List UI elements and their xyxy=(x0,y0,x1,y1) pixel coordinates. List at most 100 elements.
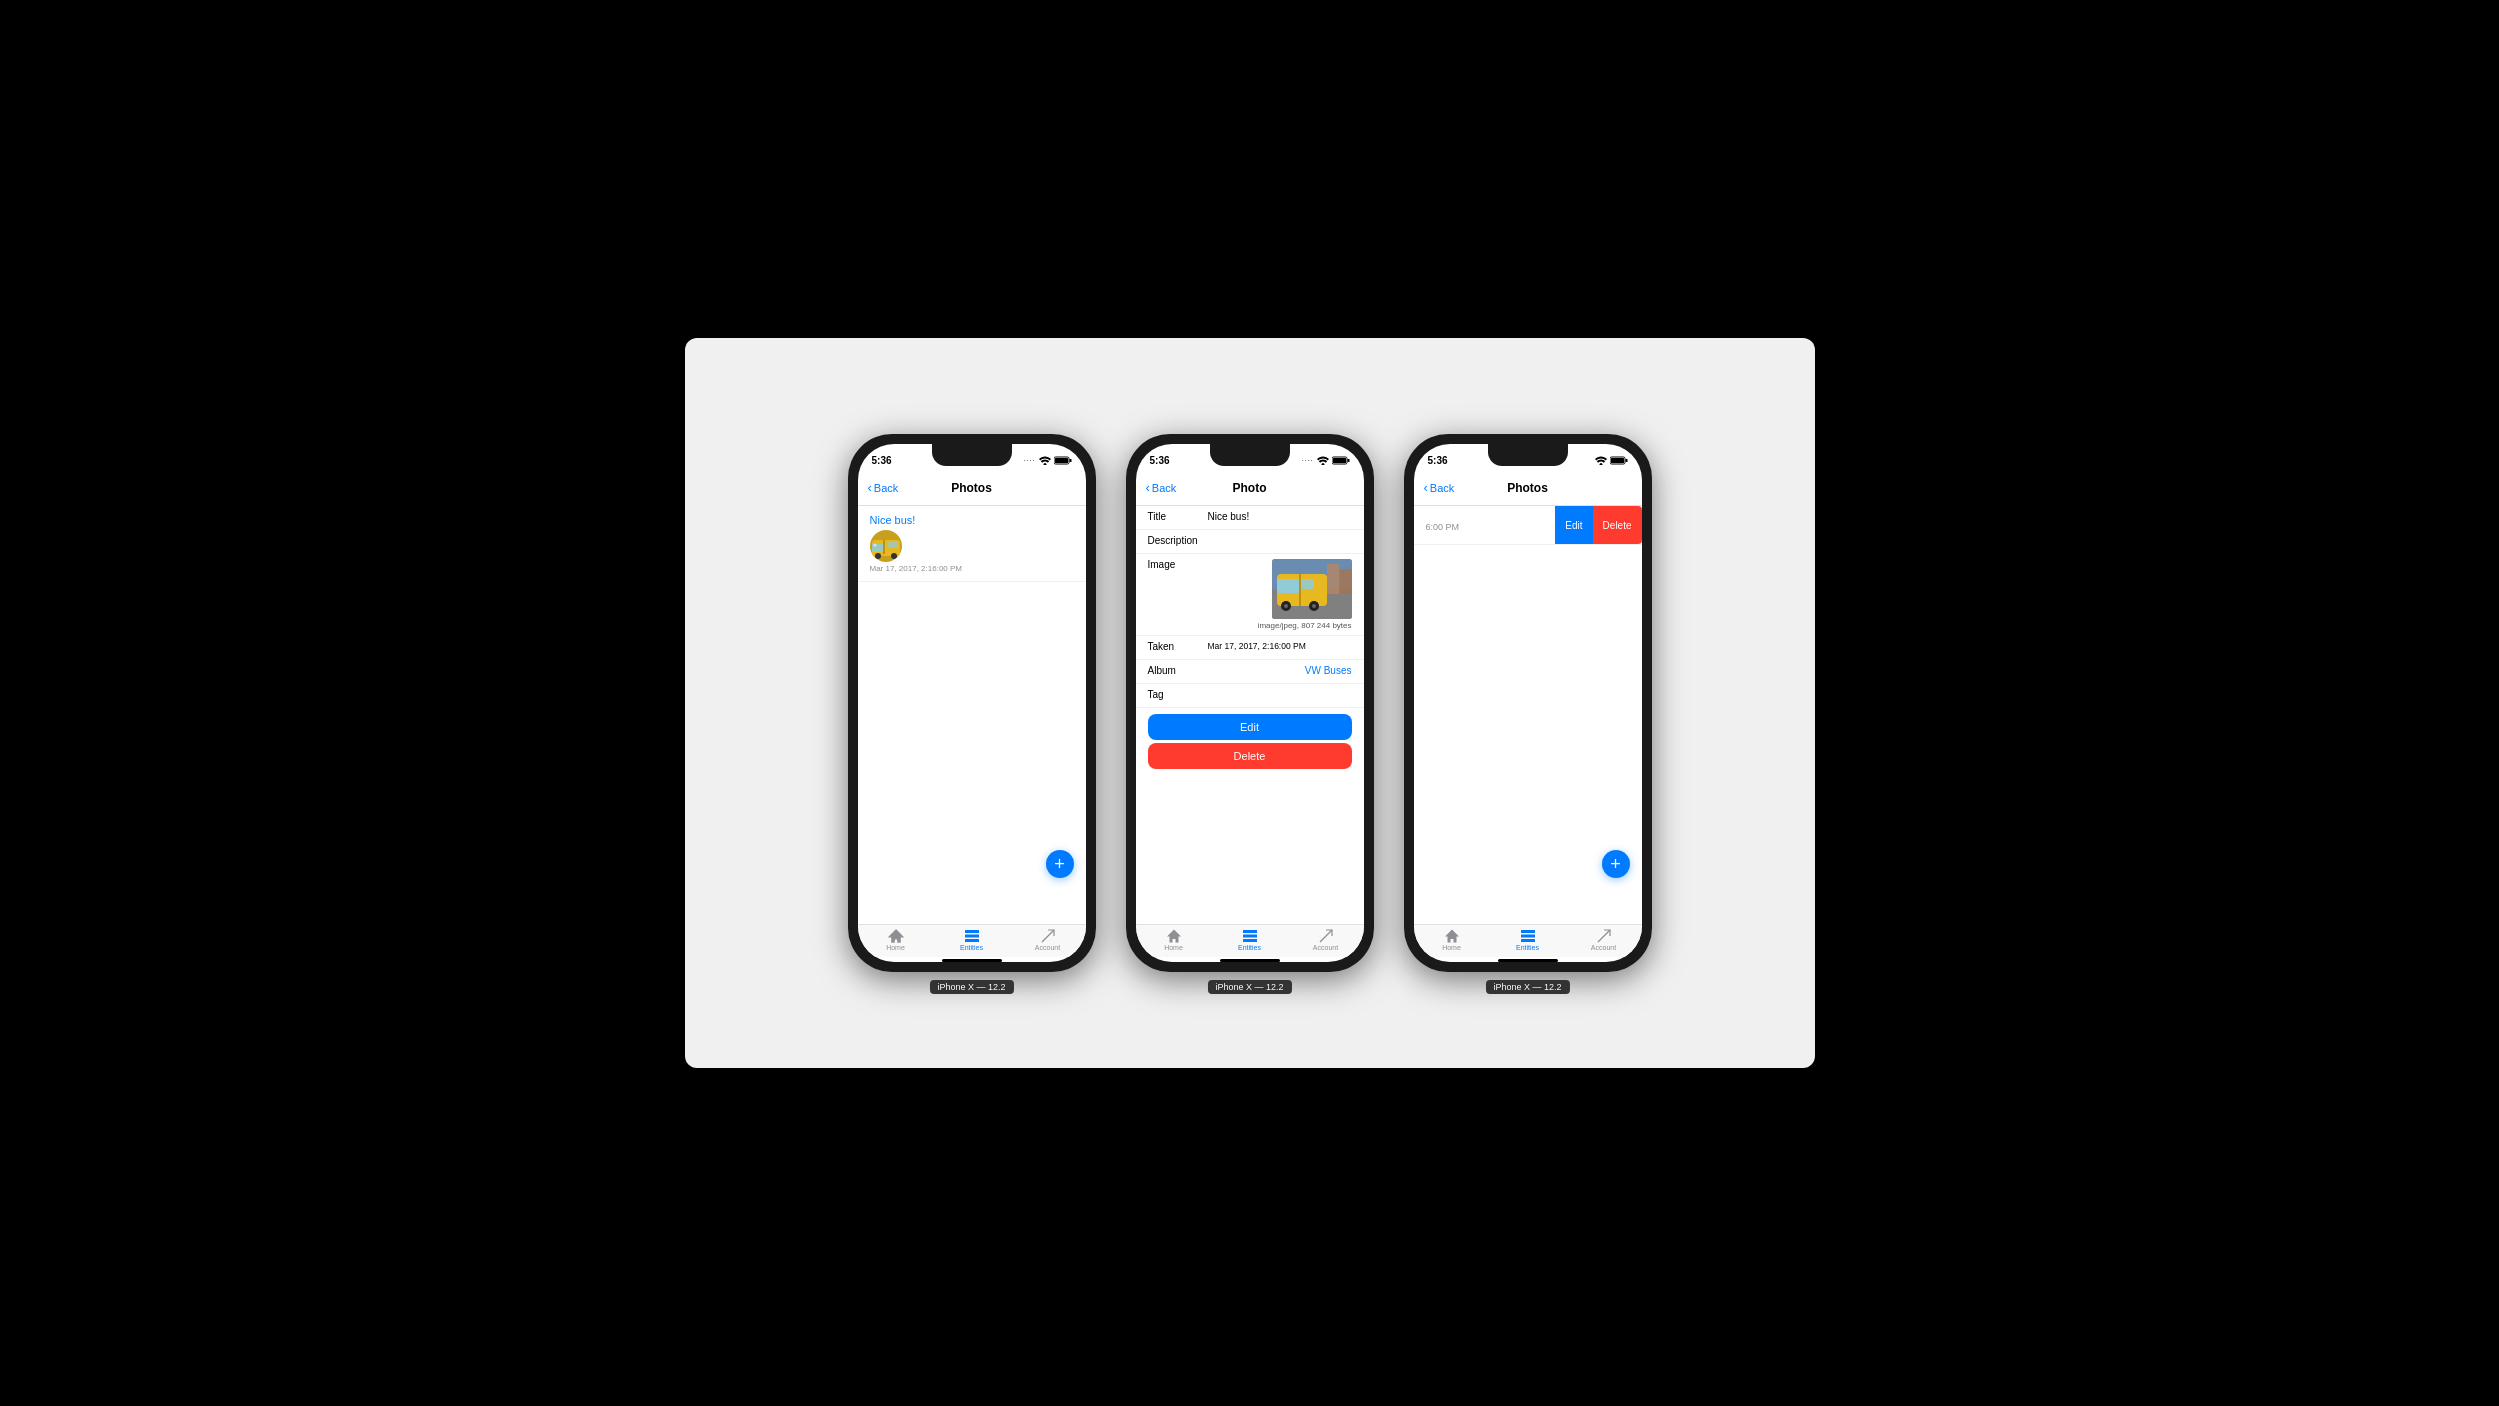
phone2-album-value[interactable]: VW Buses xyxy=(1208,665,1352,676)
phone1-back-label[interactable]: Back xyxy=(874,482,898,494)
phone3-account-icon xyxy=(1597,929,1611,943)
svg-point-7 xyxy=(891,553,897,559)
phone2-back-label[interactable]: Back xyxy=(1152,482,1176,494)
phone2-taken-value: Mar 17, 2017, 2:16:00 PM xyxy=(1208,641,1352,651)
phone3-home-indicator xyxy=(1498,959,1558,962)
phone3-tab-entities[interactable]: Entities xyxy=(1490,929,1566,951)
svg-rect-15 xyxy=(965,939,979,942)
svg-rect-2 xyxy=(1069,459,1071,462)
phone1-tab-home[interactable]: Home xyxy=(858,929,934,951)
svg-rect-41 xyxy=(1611,458,1624,463)
phone2-screen: 5:36 ···· xyxy=(1136,444,1364,962)
phone2-tab-entities[interactable]: Entities xyxy=(1212,929,1288,951)
phone2-photo-meta: image/jpeg, 807 244 bytes xyxy=(1258,621,1352,630)
phone2-taken-label: Taken xyxy=(1148,641,1208,652)
phone3-back-btn[interactable]: ‹ Back xyxy=(1424,480,1455,495)
phone3-tab-account-label: Account xyxy=(1591,944,1616,951)
phone2-back-btn[interactable]: ‹ Back xyxy=(1146,480,1177,495)
phone2-tab-entities-label: Entities xyxy=(1238,944,1261,951)
phone2-delete-btn[interactable]: Delete xyxy=(1148,743,1352,769)
phone2-entities-icon xyxy=(1242,929,1258,943)
phone3-tab-entities-label: Entities xyxy=(1516,944,1539,951)
phone1-tab-entities-label: Entities xyxy=(960,944,983,951)
phone3-tab-home[interactable]: Home xyxy=(1414,929,1490,951)
phone2-image-container: image/jpeg, 807 244 bytes xyxy=(1208,559,1352,630)
phone1-account-icon xyxy=(1041,929,1055,943)
phone2-nav-bar: ‹ Back Photo xyxy=(1136,470,1364,506)
phone3: 5:36 xyxy=(1404,434,1652,972)
svg-rect-13 xyxy=(965,930,979,933)
phone3-tab-account[interactable]: Account xyxy=(1566,929,1642,951)
phone3-status-icons xyxy=(1595,456,1628,465)
phone1-back-chevron: ‹ xyxy=(868,480,872,495)
phone3-fab[interactable]: + xyxy=(1602,850,1630,878)
phone1-battery-icon xyxy=(1054,456,1072,465)
phone3-nav-title: Photos xyxy=(1507,481,1548,495)
phone2-bus-photo-svg xyxy=(1272,559,1352,619)
phone1-item-title[interactable]: Nice bus! xyxy=(870,514,1074,526)
svg-rect-3 xyxy=(1055,458,1068,463)
phone2-album-label: Album xyxy=(1148,665,1208,676)
svg-point-17 xyxy=(1321,463,1324,465)
svg-rect-20 xyxy=(1333,458,1346,463)
phone3-home-icon xyxy=(1444,929,1460,943)
svg-rect-8 xyxy=(888,542,898,548)
phone1-list-item[interactable]: Nice bus! xyxy=(858,506,1086,582)
phone2-time: 5:36 xyxy=(1150,455,1170,466)
phone3-swipe-delete-btn[interactable]: Delete xyxy=(1593,506,1642,544)
phone2-back-chevron: ‹ xyxy=(1146,480,1150,495)
phone2-edit-btn[interactable]: Edit xyxy=(1148,714,1352,740)
phone3-back-chevron: ‹ xyxy=(1424,480,1428,495)
svg-point-29 xyxy=(1312,604,1316,608)
svg-rect-25 xyxy=(1300,579,1314,589)
phone2-tag-label: Tag xyxy=(1148,689,1208,700)
phone2-photo-preview xyxy=(1272,559,1352,619)
phone3-swipe-edit-btn[interactable]: Edit xyxy=(1555,506,1592,544)
phone3-device-label: iPhone X — 12.2 xyxy=(1485,980,1569,994)
svg-point-38 xyxy=(1599,463,1602,465)
phone2-dots: ···· xyxy=(1302,457,1314,464)
phone2-status-icons: ···· xyxy=(1302,456,1350,465)
phone2-taken-row: Taken Mar 17, 2017, 2:16:00 PM xyxy=(1136,636,1364,660)
phone2-album-row: Album VW Buses xyxy=(1136,660,1364,684)
phone2-tag-row: Tag xyxy=(1136,684,1364,708)
phone3-back-label[interactable]: Back xyxy=(1430,482,1454,494)
phone2-desc-label: Description xyxy=(1148,535,1208,546)
phone1-content: Nice bus! xyxy=(858,506,1086,924)
phone2-nav-title: Photo xyxy=(1233,481,1267,495)
svg-rect-36 xyxy=(1243,939,1257,942)
svg-marker-33 xyxy=(1167,930,1181,943)
svg-rect-43 xyxy=(1521,930,1535,933)
phone3-wifi-icon xyxy=(1595,456,1607,465)
phone1-home-icon xyxy=(888,929,904,943)
svg-point-27 xyxy=(1284,604,1288,608)
phone1-tab-account[interactable]: Account xyxy=(1010,929,1086,951)
phone1-tab-entities[interactable]: Entities xyxy=(934,929,1010,951)
phone2-tab-home[interactable]: Home xyxy=(1136,929,1212,951)
phone2-desc-row: Description xyxy=(1136,530,1364,554)
svg-line-16 xyxy=(1042,930,1054,942)
phone2-title-row: Title Nice bus! xyxy=(1136,506,1364,530)
svg-rect-44 xyxy=(1521,935,1535,938)
phone3-content: 6:00 PM Edit Delete + xyxy=(1414,506,1642,924)
phone1-fab[interactable]: + xyxy=(1046,850,1074,878)
phone1-back-btn[interactable]: ‹ Back xyxy=(868,480,899,495)
phone1-nav-bar: ‹ Back Photos xyxy=(858,470,1086,506)
phone3-time: 5:36 xyxy=(1428,455,1448,466)
svg-line-46 xyxy=(1598,930,1610,942)
phone2-tab-account[interactable]: Account xyxy=(1288,929,1364,951)
svg-rect-32 xyxy=(1340,569,1352,594)
phone2: 5:36 ···· xyxy=(1126,434,1374,972)
phone1-screen: 5:36 ···· xyxy=(858,444,1086,962)
svg-rect-34 xyxy=(1243,930,1257,933)
phone2-tab-home-label: Home xyxy=(1164,944,1183,951)
svg-line-37 xyxy=(1320,930,1332,942)
phone2-notch xyxy=(1210,444,1290,466)
svg-rect-19 xyxy=(1347,459,1349,462)
phone3-screen: 5:36 xyxy=(1414,444,1642,962)
phone2-image-row: Image xyxy=(1136,554,1364,636)
svg-rect-35 xyxy=(1243,935,1257,938)
phone3-swipe-row[interactable]: 6:00 PM Edit Delete xyxy=(1414,506,1642,545)
phone1-tab-account-label: Account xyxy=(1035,944,1060,951)
main-container: 5:36 ···· xyxy=(685,338,1815,1068)
